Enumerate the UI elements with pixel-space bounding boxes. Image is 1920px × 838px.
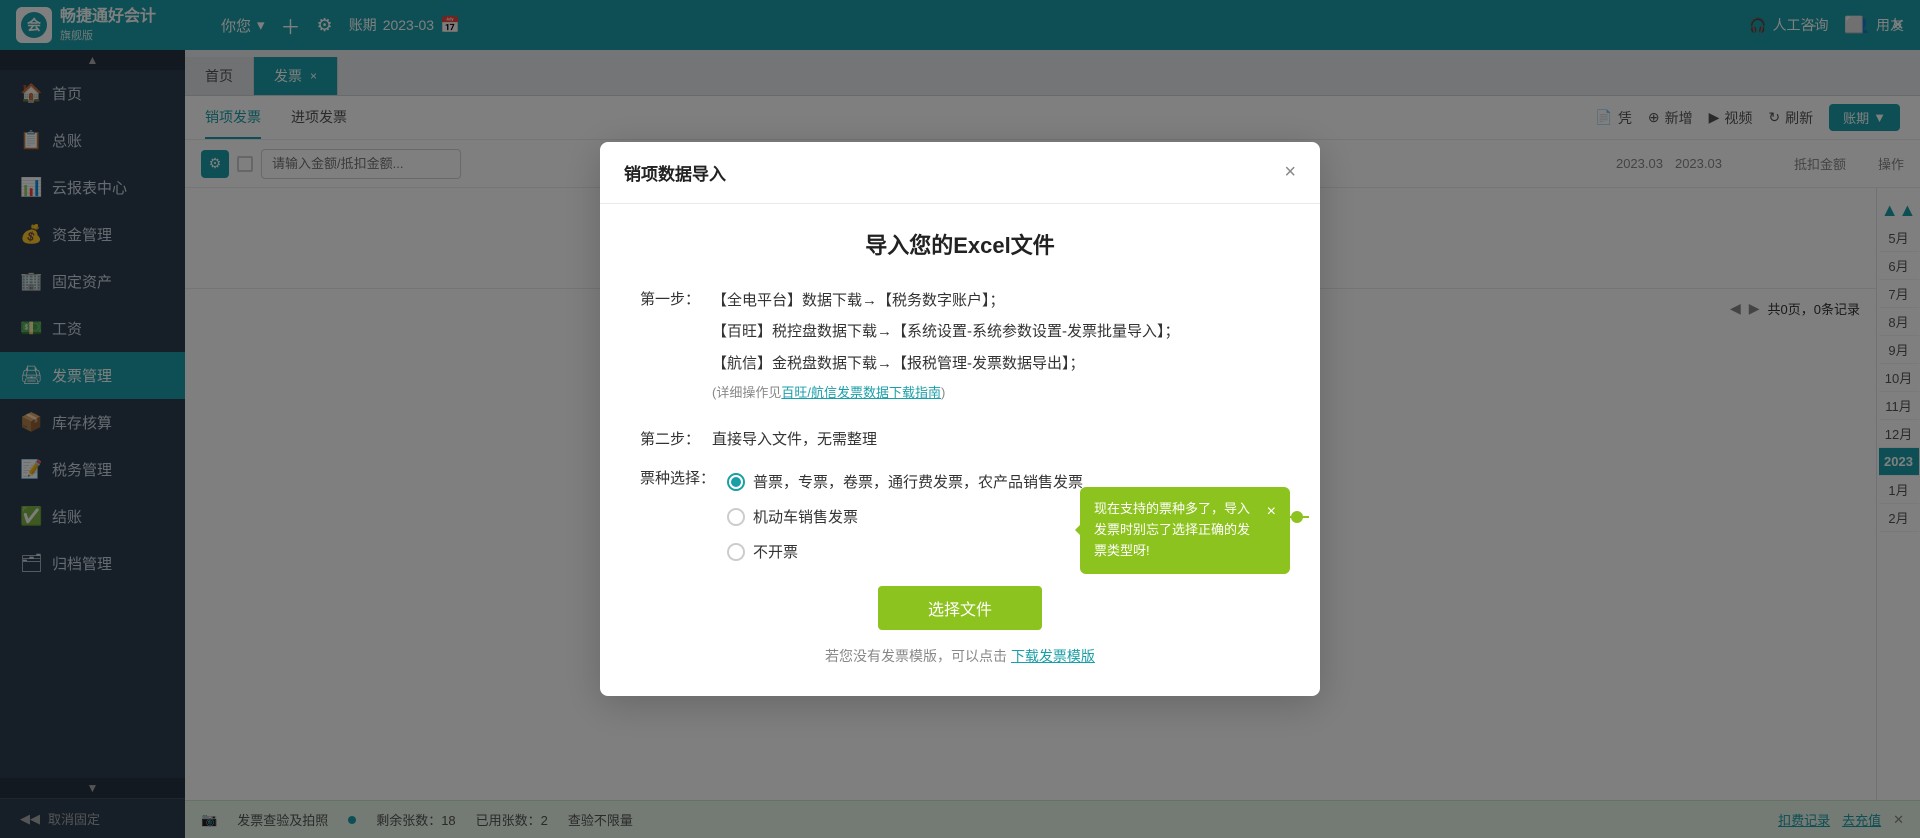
modal-overlay[interactable]: 销项数据导入 × 导入您的Excel文件 第一步： 【全电平台】数据下载→【税务… [0,0,1920,838]
modal-header: 销项数据导入 × [600,142,1320,204]
step1-line2: 【百旺】税控盘数据下载→【系统设置-系统参数设置-发票批量导入】； [712,319,1280,345]
radio-label-2: 机动车销售发票 [753,506,858,527]
ticket-label: 票种选择： [640,467,715,488]
radio-row-2[interactable]: 机动车销售发票 [727,506,1083,527]
template-note: 若您没有发票模版，可以点击 下载发票模版 [640,646,1280,666]
import-modal: 销项数据导入 × 导入您的Excel文件 第一步： 【全电平台】数据下载→【税务… [600,142,1320,697]
modal-main-title: 导入您的Excel文件 [640,228,1280,260]
radio-1[interactable] [727,473,745,491]
ticket-type-row: 票种选择： 普票，专票，卷票，通行费发票，农产品销售发票 机动车销售发票 [640,467,1280,562]
step2-content: 直接导入文件，无需整理 [712,428,1280,449]
tooltip-text: 现在支持的票种多了，导入发票时别忘了选择正确的发票类型呀! [1094,501,1250,558]
radio-label-3: 不开票 [753,541,798,562]
download-template-link[interactable]: 下载发票模版 [1011,648,1095,664]
tooltip-close-button[interactable]: × [1267,499,1276,525]
radio-row-3[interactable]: 不开票 [727,541,1083,562]
step1-content: 【全电平台】数据下载→【税务数字账户】； 【百旺】税控盘数据下载→【系统设置-系… [712,288,1280,411]
select-file-button[interactable]: 选择文件 [878,586,1042,630]
radio-row-1[interactable]: 普票，专票，卷票，通行费发票，农产品销售发票 [727,471,1083,492]
step2-label: 第二步： [640,428,700,449]
guide-link[interactable]: 百旺/航信发票数据下载指南 [781,385,941,400]
tooltip-bubble: × 现在支持的票种多了，导入发票时别忘了选择正确的发票类型呀! [1080,487,1290,573]
radio-2[interactable] [727,508,745,526]
step1-note: (详细操作见百旺/航信发票数据下载指南) [712,382,1280,404]
modal-title: 销项数据导入 [624,160,726,185]
template-note-text: 若您没有发票模版，可以点击 [825,648,1007,664]
modal-close-button[interactable]: × [1284,162,1296,182]
step2-row: 第二步： 直接导入文件，无需整理 [640,428,1280,449]
modal-body: 导入您的Excel文件 第一步： 【全电平台】数据下载→【税务数字账户】； 【百… [600,204,1320,697]
step1-line1: 【全电平台】数据下载→【税务数字账户】； [712,288,1280,314]
radio-3[interactable] [727,543,745,561]
tooltip-arrow [1070,525,1080,535]
radio-group: 普票，专票，卷票，通行费发票，农产品销售发票 机动车销售发票 不开票 [727,471,1083,562]
step1-label: 第一步： [640,288,700,309]
step1-row: 第一步： 【全电平台】数据下载→【税务数字账户】； 【百旺】税控盘数据下载→【系… [640,288,1280,411]
step2-text: 直接导入文件，无需整理 [712,431,877,448]
radio-label-1: 普票，专票，卷票，通行费发票，农产品销售发票 [753,471,1083,492]
step1-line3: 【航信】金税盘数据下载→【报税管理-发票数据导出】； [712,351,1280,377]
